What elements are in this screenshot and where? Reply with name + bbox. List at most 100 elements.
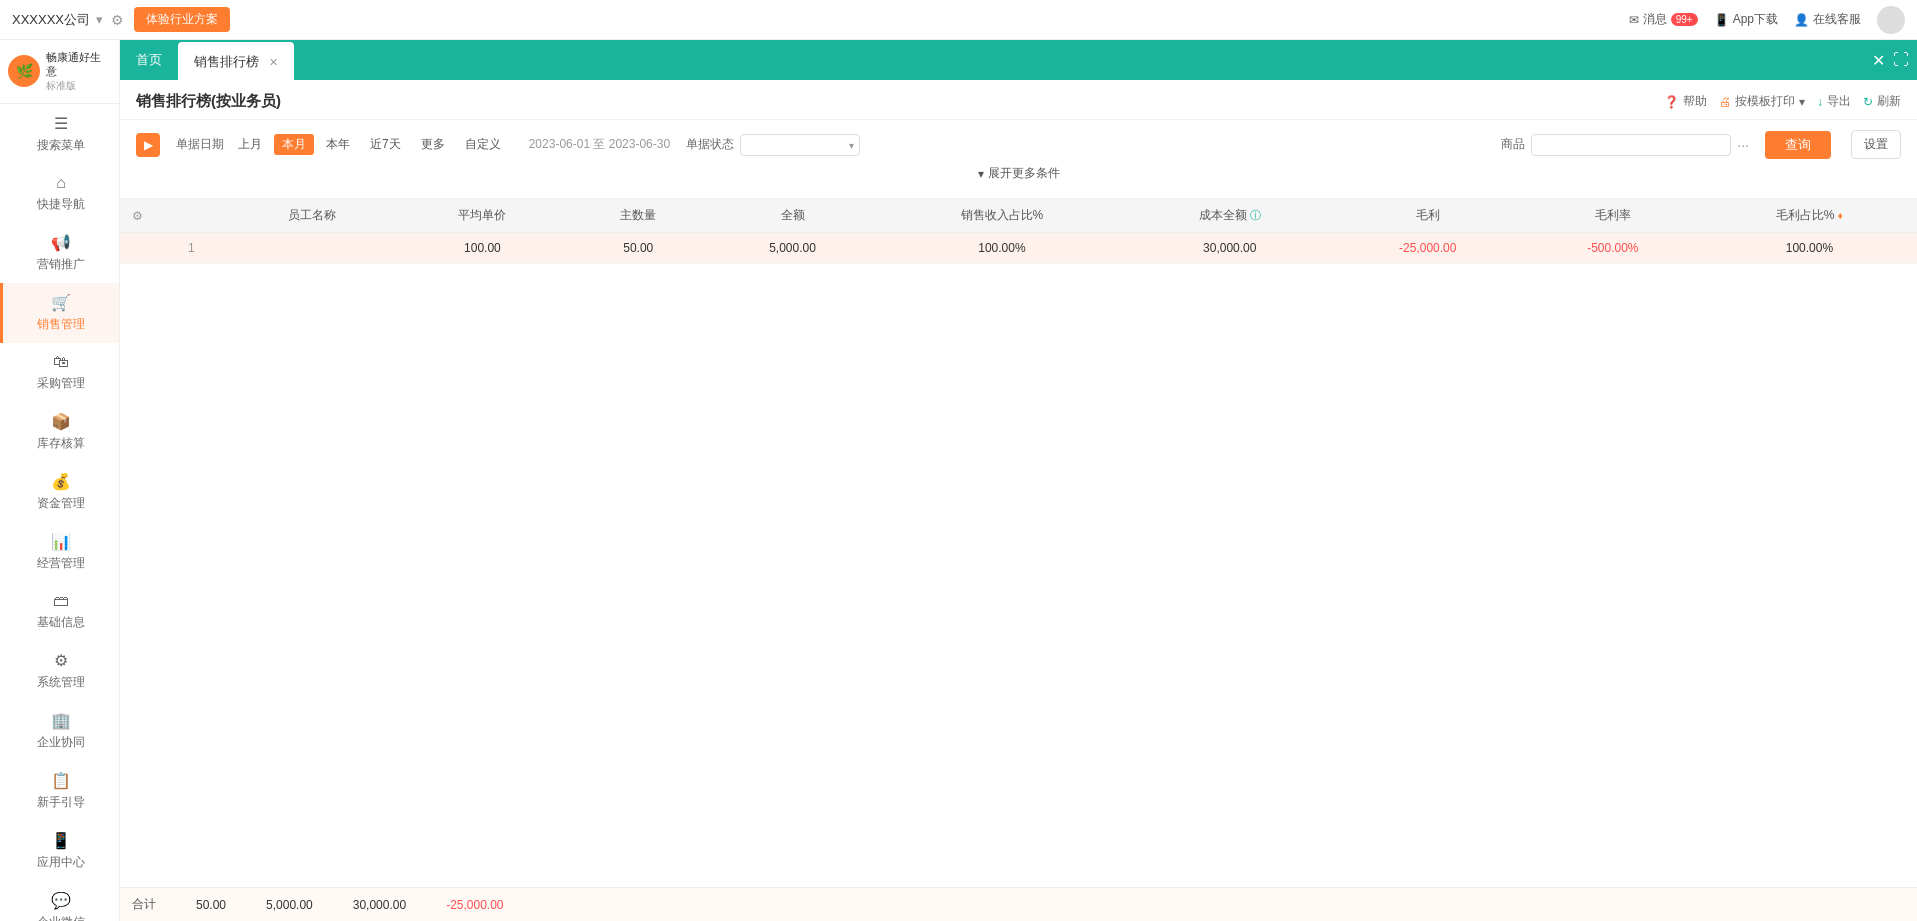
sidebar-label-search: 搜索菜单 bbox=[37, 137, 85, 154]
sidebar-item-appstore[interactable]: 📱 应用中心 bbox=[0, 821, 119, 881]
sidebar-item-finance[interactable]: 💰 资金管理 bbox=[0, 462, 119, 522]
logo-text: 畅康通好生意 bbox=[46, 50, 111, 79]
last-7days-btn[interactable]: 近7天 bbox=[362, 134, 409, 155]
basic-icon: 🗃 bbox=[53, 592, 69, 610]
tab-close-icon[interactable]: ✕ bbox=[269, 56, 278, 69]
sidebar-label-operation: 经营管理 bbox=[37, 555, 85, 572]
help-label: 帮助 bbox=[1683, 93, 1707, 110]
expand-label: 展开更多条件 bbox=[988, 165, 1060, 182]
row-profit-rate: -500.00% bbox=[1524, 233, 1702, 264]
footer-cost-value: 30,000.00 bbox=[353, 898, 406, 912]
service-icon: 👤 bbox=[1794, 13, 1809, 27]
sidebar-item-system[interactable]: ⚙ 系统管理 bbox=[0, 641, 119, 701]
sidebar-label-basic: 基础信息 bbox=[37, 614, 85, 631]
sidebar-item-guide[interactable]: 📋 新手引导 bbox=[0, 761, 119, 821]
footer-amount-value: 5,000.00 bbox=[266, 898, 313, 912]
settings-button[interactable]: 设置 bbox=[1851, 130, 1901, 159]
tab-bar-right: ✕ ⛶ bbox=[1872, 51, 1917, 70]
sidebar-item-basic[interactable]: 🗃 基础信息 bbox=[0, 582, 119, 641]
export-label: 导出 bbox=[1827, 93, 1851, 110]
th-profit-pct: 毛利占比% ♦ bbox=[1702, 199, 1917, 233]
status-filter-label: 单据状态 bbox=[686, 136, 734, 153]
top-bar: XXXXXX公司 ▾ ⚙ 体验行业方案 ✉ 消息 99+ 📱 App下载 👤 在… bbox=[0, 0, 1917, 40]
app-label: App下载 bbox=[1733, 11, 1778, 28]
custom-date-btn[interactable]: 自定义 bbox=[457, 134, 509, 155]
query-button[interactable]: 查询 bbox=[1765, 131, 1831, 159]
th-profit: 毛利 bbox=[1332, 199, 1524, 233]
goods-more-icon[interactable]: ··· bbox=[1737, 137, 1749, 153]
last-month-btn[interactable]: 上月 bbox=[230, 134, 270, 155]
sidebar-item-shortcut[interactable]: ⌂ 快捷导航 bbox=[0, 164, 119, 223]
service-label: 在线客服 bbox=[1813, 11, 1861, 28]
app-download-button[interactable]: 📱 App下载 bbox=[1714, 11, 1778, 28]
date-range-display: 2023-06-01 至 2023-06-30 bbox=[529, 136, 670, 153]
th-settings[interactable]: ⚙ bbox=[120, 199, 155, 233]
sidebar-label-finance: 资金管理 bbox=[37, 495, 85, 512]
wechat-icon: 💬 bbox=[51, 891, 71, 910]
enterprise-icon: 🏢 bbox=[51, 711, 71, 730]
sidebar-label-system: 系统管理 bbox=[37, 674, 85, 691]
sidebar-item-operation[interactable]: 📊 经营管理 bbox=[0, 522, 119, 582]
help-button[interactable]: ❓ 帮助 bbox=[1664, 93, 1707, 110]
print-icon: 🖨 bbox=[1719, 95, 1731, 109]
logo-text-wrap: 畅康通好生意 标准版 bbox=[46, 50, 111, 93]
goods-search-input[interactable] bbox=[1531, 134, 1731, 156]
sidebar-item-sales[interactable]: 🛒 销售管理 bbox=[0, 283, 119, 343]
trial-button[interactable]: 体验行业方案 bbox=[134, 7, 230, 32]
system-icon: ⚙ bbox=[54, 651, 68, 670]
appstore-icon: 📱 bbox=[51, 831, 71, 850]
tab-maximize-icon[interactable]: ⛶ bbox=[1893, 51, 1909, 69]
company-selector[interactable]: XXXXXX公司 ▾ bbox=[12, 11, 103, 29]
filter-collapse-button[interactable]: ▶ bbox=[136, 133, 160, 157]
table-wrap: ⚙ 员工名称 平均单价 主数量 全额 销售收入占比% 成本全额 ⓘ 毛利 毛利率… bbox=[120, 199, 1917, 887]
search-menu-icon: ☰ bbox=[54, 114, 68, 133]
company-name: XXXXXX公司 bbox=[12, 11, 90, 29]
row-avg-price: 100.00 bbox=[397, 233, 567, 264]
filter-area: ▶ 单据日期 上月 本月 本年 近7天 更多 自定义 2023-06 bbox=[120, 120, 1917, 199]
sidebar-item-search[interactable]: ☰ 搜索菜单 bbox=[0, 104, 119, 164]
sidebar-label-inventory: 库存核算 bbox=[37, 435, 85, 452]
operation-icon: 📊 bbox=[51, 532, 71, 551]
finance-icon: 💰 bbox=[51, 472, 71, 491]
avatar[interactable] bbox=[1877, 6, 1905, 34]
print-button[interactable]: 🖨 按模板打印 ▾ bbox=[1719, 93, 1805, 110]
row-settings-col bbox=[120, 233, 155, 264]
message-button[interactable]: ✉ 消息 99+ bbox=[1629, 11, 1698, 28]
sidebar-item-inventory[interactable]: 📦 库存核算 bbox=[0, 402, 119, 462]
row-sales-pct: 100.00% bbox=[876, 233, 1128, 264]
goods-filter-label: 商品 bbox=[1501, 136, 1525, 153]
tab-home[interactable]: 首页 bbox=[120, 40, 178, 80]
sidebar-item-purchase[interactable]: 🛍 采购管理 bbox=[0, 343, 119, 402]
expand-conditions-button[interactable]: ▾ 展开更多条件 bbox=[978, 165, 1060, 182]
sidebar-item-enterprise[interactable]: 🏢 企业协同 bbox=[0, 701, 119, 761]
expand-row: ▾ 展开更多条件 bbox=[136, 159, 1901, 188]
tab-minimize-icon[interactable]: ✕ bbox=[1872, 51, 1885, 70]
refresh-button[interactable]: ↻ 刷新 bbox=[1863, 93, 1901, 110]
sidebar-item-marketing[interactable]: 📢 营销推广 bbox=[0, 223, 119, 283]
settings-icon[interactable]: ⚙ bbox=[111, 12, 124, 28]
date-filter-label: 单据日期 bbox=[176, 136, 224, 153]
date-quick-buttons: 上月 本月 本年 近7天 更多 自定义 bbox=[230, 134, 509, 155]
th-amount: 全额 bbox=[709, 199, 876, 233]
sidebar-item-wechat[interactable]: 💬 企业微信 bbox=[0, 881, 119, 921]
page-header: 销售排行榜(按业务员) ❓ 帮助 🖨 按模板打印 ▾ ↓ 导出 bbox=[120, 80, 1917, 120]
status-select-wrap bbox=[740, 134, 860, 156]
logo-tag: 标准版 bbox=[46, 79, 111, 93]
export-button[interactable]: ↓ 导出 bbox=[1817, 93, 1851, 110]
tab-bar: 首页 销售排行榜 ✕ ✕ ⛶ bbox=[120, 40, 1917, 80]
current-year-btn[interactable]: 本年 bbox=[318, 134, 358, 155]
inventory-icon: 📦 bbox=[51, 412, 71, 431]
row-name bbox=[227, 233, 397, 264]
date-filter: 单据日期 上月 本月 本年 近7天 更多 自定义 bbox=[176, 134, 509, 155]
row-profit-pct: 100.00% bbox=[1702, 233, 1917, 264]
current-month-btn[interactable]: 本月 bbox=[274, 134, 314, 155]
status-select[interactable] bbox=[740, 134, 860, 156]
export-icon: ↓ bbox=[1817, 95, 1823, 109]
sidebar-label-wechat: 企业微信 bbox=[37, 914, 85, 921]
tab-sales-rank[interactable]: 销售排行榜 ✕ bbox=[178, 42, 294, 82]
online-service-button[interactable]: 👤 在线客服 bbox=[1794, 11, 1861, 28]
sales-rank-tab-label: 销售排行榜 bbox=[194, 53, 259, 71]
message-badge: 99+ bbox=[1671, 13, 1698, 26]
more-dates-btn[interactable]: 更多 bbox=[413, 134, 453, 155]
home-icon: ⌂ bbox=[56, 174, 66, 192]
